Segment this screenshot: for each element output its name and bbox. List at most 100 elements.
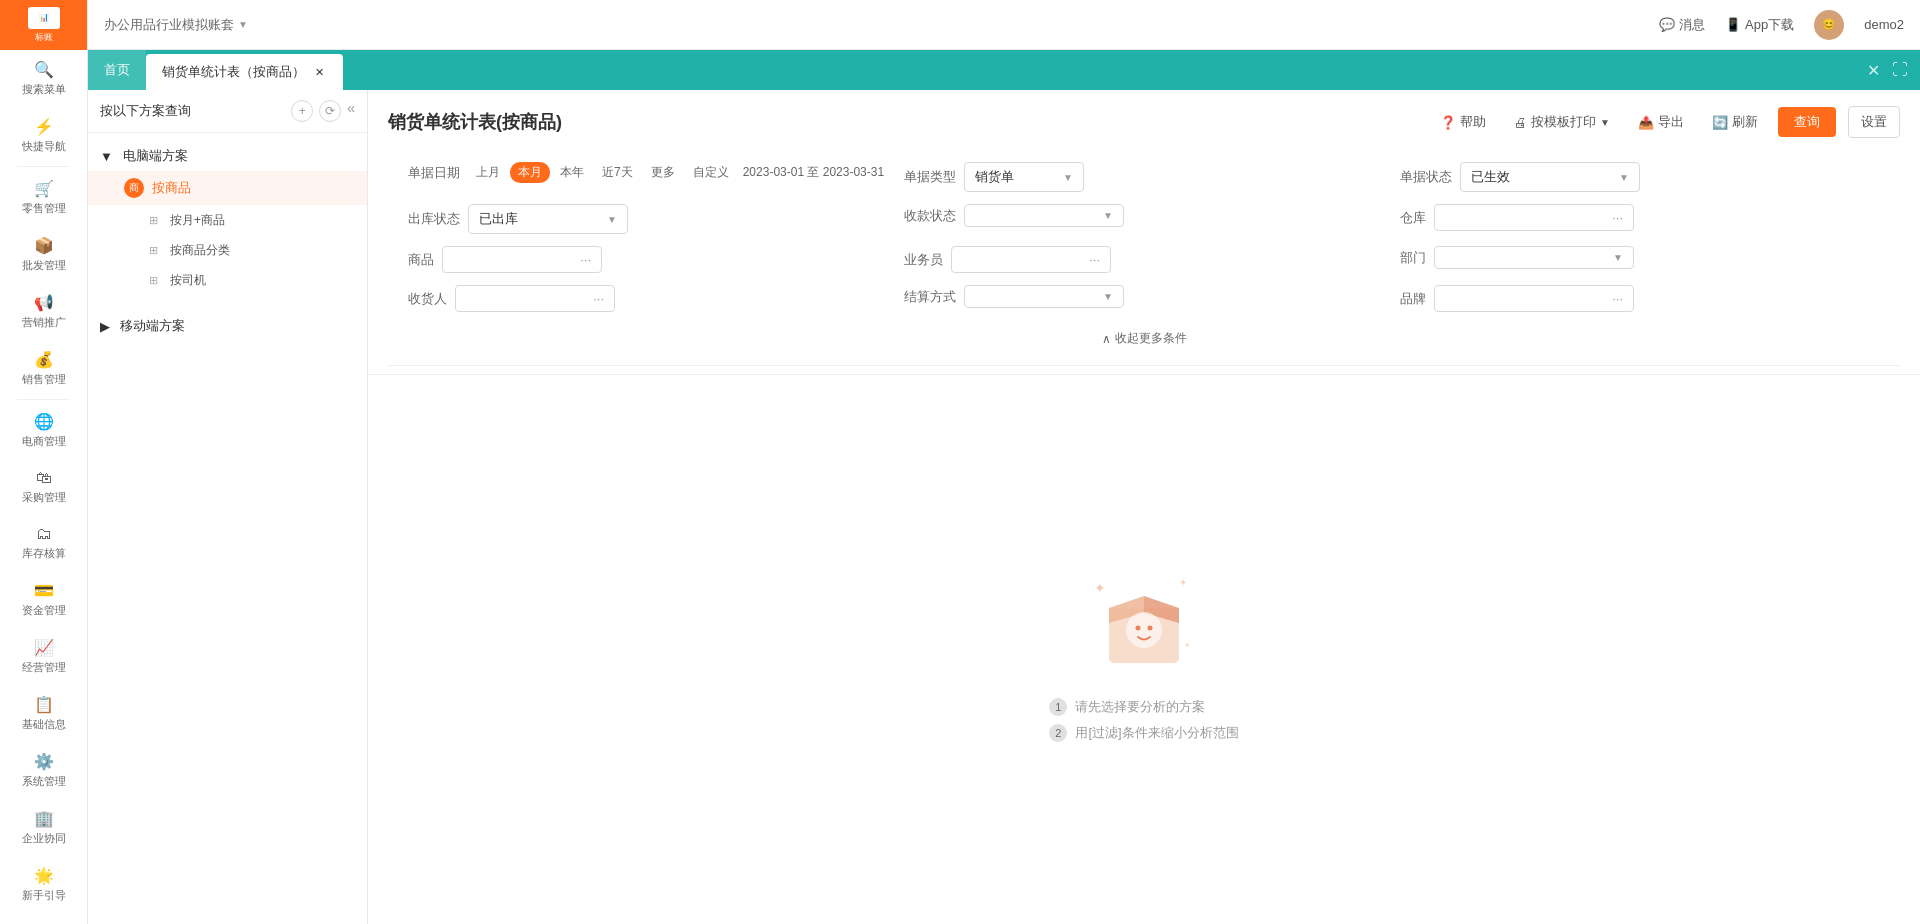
warehouse-out-filter-group: 出库状态 已出库 ▼	[408, 204, 888, 234]
date-range-value: 2023-03-01 至 2023-03-31	[743, 164, 884, 181]
date-tab-custom[interactable]: 自定义	[685, 162, 737, 183]
logo[interactable]: 📊 标账	[0, 0, 87, 50]
date-tab-this-year[interactable]: 本年	[552, 162, 592, 183]
payment-label: 结算方式	[904, 288, 956, 306]
sidebar-item-operation[interactable]: 📈 经营管理	[0, 628, 87, 685]
by-product-icon: 商	[124, 178, 144, 198]
tab-report[interactable]: 销货单统计表（按商品） ✕	[146, 54, 343, 90]
collapse-panel-button[interactable]: «	[347, 100, 355, 122]
sidebar-item-retail-label: 零售管理	[22, 201, 66, 216]
date-tab-last-month[interactable]: 上月	[468, 162, 508, 183]
left-panel: 按以下方案查询 + ⟳ « ▼ 电脑端方案 商 按商品 ⊞ 按月	[88, 90, 368, 924]
brand-dots-select[interactable]: ···	[1434, 285, 1634, 312]
sidebar-item-inventory[interactable]: 🗂 库存核算	[0, 515, 87, 571]
svg-text:✦: ✦	[1094, 580, 1106, 596]
sidebar-item-inventory-label: 库存核算	[22, 546, 66, 561]
finance-icon: 💳	[34, 581, 54, 600]
tree-item-by-cashier[interactable]: ⊞ 按司机	[88, 265, 367, 295]
brand-filter-group: 品牌 ···	[1400, 285, 1880, 312]
staff-filter-group: 业务员 ···	[904, 246, 1384, 273]
warehouse-dots-icon: ···	[1612, 210, 1623, 225]
staff-dots-select[interactable]: ···	[951, 246, 1111, 273]
by-cashier-icon: ⊞	[144, 271, 162, 289]
template-print-button[interactable]: 🖨 按模板打印 ▼	[1506, 109, 1618, 135]
product-dots-select[interactable]: ···	[442, 246, 602, 273]
tree-section-mobile: ▶ 移动端方案	[88, 303, 367, 349]
sidebar-item-app-center[interactable]: 🔲 应用中心	[0, 913, 87, 924]
sidebar-item-ecommerce-label: 电商管理	[22, 434, 66, 449]
inventory-icon: 🗂	[36, 525, 52, 543]
help-button[interactable]: ❓ 帮助	[1432, 109, 1494, 135]
date-tab-7days[interactable]: 近7天	[594, 162, 641, 183]
user-avatar[interactable]: 😊	[1814, 10, 1844, 40]
collapse-bar[interactable]: ∧ 收起更多条件	[408, 324, 1880, 353]
account-selector[interactable]: 办公用品行业模拟账套 ▼	[104, 16, 248, 34]
settings-button[interactable]: 设置	[1848, 106, 1900, 138]
sidebar-item-finance[interactable]: 💳 资金管理	[0, 571, 87, 628]
tab-home[interactable]: 首页	[88, 50, 146, 90]
dept-select[interactable]: ▼	[1434, 246, 1634, 269]
doc-status-select[interactable]: 已生效 ▼	[1460, 162, 1640, 192]
tree-item-by-month-product[interactable]: ⊞ 按月+商品	[88, 205, 367, 235]
close-tab-icon[interactable]: ✕	[311, 64, 327, 80]
sidebar-item-retail[interactable]: 🛒 零售管理	[0, 169, 87, 226]
tree-arrow-collapsed-icon: ▶	[100, 319, 110, 334]
sidebar-item-enterprise[interactable]: 🏢 企业协同	[0, 799, 87, 856]
print-dropdown-icon: ▼	[1600, 117, 1610, 128]
ecommerce-icon: 🌐	[34, 412, 54, 431]
query-button[interactable]: 查询	[1778, 107, 1836, 137]
messages-button[interactable]: 💬 消息	[1659, 16, 1705, 34]
refresh-button[interactable]: 🔄 刷新	[1704, 109, 1766, 135]
top-bar-right: 💬 消息 📱 App下载 😊 demo2	[1659, 10, 1904, 40]
chevron-down-icon: ▼	[238, 19, 248, 30]
svg-point-1	[1126, 612, 1162, 648]
sidebar-item-newbie[interactable]: 🌟 新手引导	[0, 856, 87, 913]
dept-filter-group: 部门 ▼	[1400, 246, 1880, 269]
receiver-dots-select[interactable]: ···	[455, 285, 615, 312]
warehouse-out-control: 已出库 ▼	[468, 204, 888, 234]
by-cashier-label: 按司机	[170, 272, 206, 289]
export-button[interactable]: 📤 导出	[1630, 109, 1692, 135]
tree-header-pc[interactable]: ▼ 电脑端方案	[88, 141, 367, 171]
close-window-icon[interactable]: ✕	[1863, 57, 1884, 84]
receiver-label: 收货人	[408, 290, 447, 308]
date-tab-this-month[interactable]: 本月	[510, 162, 550, 183]
payment-select[interactable]: ▼	[964, 285, 1124, 308]
sidebar-item-quicknav[interactable]: ⚡ 快捷导航	[0, 107, 87, 164]
svg-point-3	[1148, 625, 1153, 630]
tree-item-by-product[interactable]: 商 按商品	[88, 171, 367, 205]
sidebar-item-basic[interactable]: 📋 基础信息	[0, 685, 87, 742]
user-name[interactable]: demo2	[1864, 17, 1904, 32]
empty-hint-2: 2 用[过滤]条件来缩小分析范围	[1049, 724, 1238, 742]
app-download-button[interactable]: 📱 App下载	[1725, 16, 1794, 34]
by-category-label: 按商品分类	[170, 242, 230, 259]
sidebar-item-purchase[interactable]: 🛍 采购管理	[0, 459, 87, 515]
doc-type-select[interactable]: 销货单 ▼	[964, 162, 1084, 192]
hint-1-text: 请先选择要分析的方案	[1075, 698, 1205, 716]
tree-item-by-category[interactable]: ⊞ 按商品分类	[88, 235, 367, 265]
sidebar-item-system[interactable]: ⚙️ 系统管理	[0, 742, 87, 799]
by-month-product-label: 按月+商品	[170, 212, 225, 229]
add-scheme-button[interactable]: +	[291, 100, 313, 122]
collection-select[interactable]: ▼	[964, 204, 1124, 227]
warehouse-filter-group: 仓库 ···	[1400, 204, 1880, 231]
sidebar-item-search[interactable]: 🔍 搜索菜单	[0, 50, 87, 107]
payment-control: ▼	[964, 285, 1384, 308]
brand-dots-icon: ···	[1612, 291, 1623, 306]
warehouse-dots-select[interactable]: ···	[1434, 204, 1634, 231]
logo-icon: 📊	[28, 7, 60, 29]
divider-2	[17, 399, 69, 400]
maximize-icon[interactable]: ⛶	[1888, 57, 1912, 83]
date-tab-more[interactable]: 更多	[643, 162, 683, 183]
tree-header-mobile[interactable]: ▶ 移动端方案	[88, 311, 367, 341]
sidebar-item-wholesale[interactable]: 📦 批发管理	[0, 226, 87, 283]
sidebar-item-sales[interactable]: 💰 销售管理	[0, 340, 87, 397]
sidebar-item-ecommerce[interactable]: 🌐 电商管理	[0, 402, 87, 459]
sidebar-item-marketing[interactable]: 📢 营销推广	[0, 283, 87, 340]
top-bar: 办公用品行业模拟账套 ▼ 💬 消息 📱 App下载 😊 demo2	[88, 0, 1920, 50]
refresh-scheme-button[interactable]: ⟳	[319, 100, 341, 122]
doc-type-label: 单据类型	[904, 168, 956, 186]
sidebar-item-system-label: 系统管理	[22, 774, 66, 789]
warehouse-out-select[interactable]: 已出库 ▼	[468, 204, 628, 234]
doc-type-arrow-icon: ▼	[1063, 172, 1073, 183]
